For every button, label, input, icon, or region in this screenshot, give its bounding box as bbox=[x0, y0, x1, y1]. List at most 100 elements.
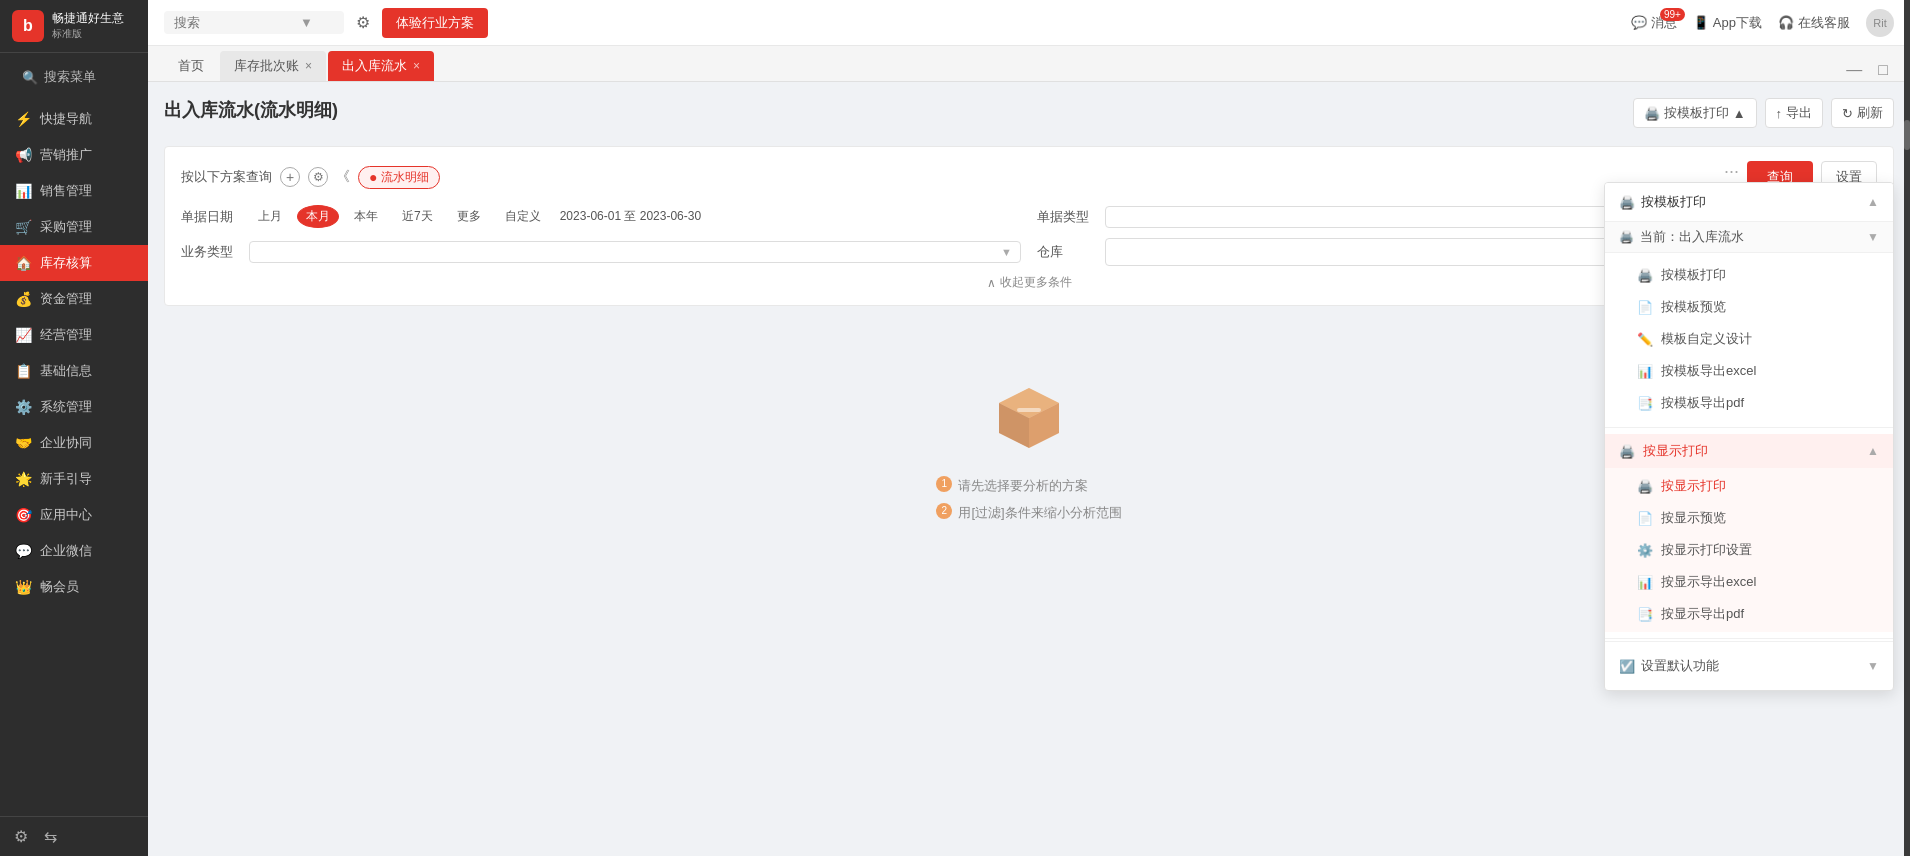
sidebar-item-sales-label: 销售管理 bbox=[40, 182, 92, 200]
message-item[interactable]: 💬 消息 99+ bbox=[1631, 14, 1677, 32]
export-button[interactable]: ↑ 导出 bbox=[1765, 98, 1824, 128]
sidebar-item-member[interactable]: 👑 畅会员 bbox=[0, 569, 148, 605]
tab-inventory-flow-close-icon[interactable]: × bbox=[413, 59, 420, 73]
template-preview-item[interactable]: 📄 按模板预览 bbox=[1605, 291, 1893, 323]
collapse-sidebar-icon[interactable]: ⇆ bbox=[44, 827, 57, 846]
template-export-pdf-label: 按模板导出pdf bbox=[1661, 394, 1744, 412]
refresh-button[interactable]: ↻ 刷新 bbox=[1831, 98, 1894, 128]
business-type-select[interactable]: ▼ bbox=[249, 241, 1021, 263]
sidebar-item-wechat[interactable]: 💬 企业微信 bbox=[0, 533, 148, 569]
display-print-settings-item[interactable]: ⚙️ 按显示打印设置 bbox=[1605, 534, 1893, 566]
display-preview-icon: 📄 bbox=[1637, 510, 1653, 526]
display-export-excel-icon: 📊 bbox=[1637, 574, 1653, 590]
display-print-settings-icon: ⚙️ bbox=[1637, 542, 1653, 558]
template-customize-icon: ✏️ bbox=[1637, 331, 1653, 347]
top-header: ▼ ⚙ 体验行业方案 💬 消息 99+ 📱 App下载 🎧 在线客服 bbox=[148, 0, 1910, 46]
date-custom-btn[interactable]: 自定义 bbox=[496, 205, 550, 228]
filter-tag[interactable]: ● 流水明细 bbox=[358, 166, 440, 189]
step-2-text: 用[过滤]条件来缩小分析范围 bbox=[958, 501, 1121, 524]
sidebar-item-marketing[interactable]: 📢 营销推广 bbox=[0, 137, 148, 173]
enterprise-icon: 🤝 bbox=[14, 434, 32, 452]
filter-tag-icon: ● bbox=[369, 169, 377, 185]
date-this-year-btn[interactable]: 本年 bbox=[345, 205, 387, 228]
export-icon: ↑ bbox=[1776, 106, 1783, 121]
user-profile-item[interactable]: Rit bbox=[1866, 9, 1894, 37]
trial-button[interactable]: 体验行业方案 bbox=[382, 8, 488, 38]
app-download-item[interactable]: 📱 App下载 bbox=[1693, 14, 1762, 32]
page-title: 出入库流水(流水明细) bbox=[164, 98, 338, 122]
current-dropdown-icon[interactable]: ▼ bbox=[1867, 230, 1879, 244]
tabs-left: 首页 库存批次账 × 出入库流水 × bbox=[164, 51, 434, 81]
header-gear-icon[interactable]: ⚙ bbox=[356, 13, 370, 32]
settings-footer-icon[interactable]: ⚙ bbox=[14, 827, 28, 846]
display-print-collapse-icon[interactable]: ▲ bbox=[1867, 444, 1879, 458]
sidebar-item-quick-nav[interactable]: ⚡ 快捷导航 bbox=[0, 101, 148, 137]
tab-home[interactable]: 首页 bbox=[164, 51, 218, 81]
display-export-pdf-item[interactable]: 📑 按显示导出pdf bbox=[1605, 598, 1893, 630]
template-print-icon: 🖨️ bbox=[1637, 267, 1653, 283]
sidebar-item-guide[interactable]: 🌟 新手引导 bbox=[0, 461, 148, 497]
tab-maximize-button[interactable]: □ bbox=[1872, 59, 1894, 81]
online-service-item[interactable]: 🎧 在线客服 bbox=[1778, 14, 1850, 32]
tab-inventory-flow-label: 出入库流水 bbox=[342, 57, 407, 75]
sidebar-item-basic-label: 基础信息 bbox=[40, 362, 92, 380]
filter-collapse-icon[interactable]: 《 bbox=[336, 168, 350, 186]
date-range-display: 2023-06-01 至 2023-06-30 bbox=[560, 208, 701, 225]
sidebar-item-member-label: 畅会员 bbox=[40, 578, 79, 596]
template-export-pdf-item[interactable]: 📑 按模板导出pdf bbox=[1605, 387, 1893, 419]
display-print-header[interactable]: 🖨️ 按显示打印 ▲ bbox=[1605, 434, 1893, 468]
filter-settings-button[interactable]: ⚙ bbox=[308, 167, 328, 187]
filter-add-button[interactable]: + bbox=[280, 167, 300, 187]
header-search-bar[interactable]: ▼ bbox=[164, 11, 344, 34]
app-center-icon: 🎯 bbox=[14, 506, 32, 524]
template-customize-label: 模板自定义设计 bbox=[1661, 330, 1752, 348]
template-export-excel-icon: 📊 bbox=[1637, 363, 1653, 379]
online-service-icon: 🎧 bbox=[1778, 15, 1794, 30]
sidebar-item-enterprise[interactable]: 🤝 企业协同 bbox=[0, 425, 148, 461]
tab-inventory-flow[interactable]: 出入库流水 × bbox=[328, 51, 434, 81]
template-print-item[interactable]: 🖨️ 按模板打印 bbox=[1605, 259, 1893, 291]
template-preview-icon: 📄 bbox=[1637, 299, 1653, 315]
date-more-btn[interactable]: 更多 bbox=[448, 205, 490, 228]
tab-inventory-batch[interactable]: 库存批次账 × bbox=[220, 51, 326, 81]
display-export-pdf-label: 按显示导出pdf bbox=[1661, 605, 1744, 623]
display-print-section-label: 按显示打印 bbox=[1643, 442, 1708, 460]
sidebar-item-finance[interactable]: 💰 资金管理 bbox=[0, 281, 148, 317]
sidebar-item-inventory[interactable]: 🏠 库存核算 bbox=[0, 245, 148, 281]
set-default-item[interactable]: ☑️ 设置默认功能 ▼ bbox=[1619, 650, 1879, 682]
search-menu-item[interactable]: 🔍 搜索菜单 bbox=[12, 61, 136, 93]
date-7days-btn[interactable]: 近7天 bbox=[393, 205, 442, 228]
header-left: ▼ ⚙ 体验行业方案 bbox=[164, 8, 1619, 38]
sidebar-item-sales[interactable]: 📊 销售管理 bbox=[0, 173, 148, 209]
dropdown-collapse-icon[interactable]: ▲ bbox=[1867, 195, 1879, 209]
tab-inventory-batch-close-icon[interactable]: × bbox=[305, 59, 312, 73]
set-default-arrow-icon[interactable]: ▼ bbox=[1867, 659, 1879, 673]
dropdown-divider-2 bbox=[1605, 638, 1893, 639]
print-template-button[interactable]: 🖨️ 按模板打印 ▲ bbox=[1633, 98, 1757, 128]
date-options: 上月 本月 本年 近7天 更多 自定义 2023-06-01 至 2023-06… bbox=[249, 205, 701, 228]
search-dropdown-arrow-icon[interactable]: ▼ bbox=[300, 15, 313, 30]
sidebar-item-operations[interactable]: 📈 经营管理 bbox=[0, 317, 148, 353]
search-menu-label: 搜索菜单 bbox=[44, 68, 96, 86]
display-print-item[interactable]: 🖨️ 按显示打印 bbox=[1605, 470, 1893, 502]
dropdown-divider-1 bbox=[1605, 427, 1893, 428]
sidebar-search[interactable]: 🔍 搜索菜单 bbox=[0, 53, 148, 101]
tab-minimize-button[interactable]: — bbox=[1840, 59, 1868, 81]
sidebar-item-app-center[interactable]: 🎯 应用中心 bbox=[0, 497, 148, 533]
collapse-button[interactable]: ∧ 收起更多条件 bbox=[987, 274, 1072, 291]
template-export-excel-item[interactable]: 📊 按模板导出excel bbox=[1605, 355, 1893, 387]
sidebar-item-system[interactable]: ⚙️ 系统管理 bbox=[0, 389, 148, 425]
display-preview-label: 按显示预览 bbox=[1661, 509, 1726, 527]
sidebar-item-purchase[interactable]: 🛒 采购管理 bbox=[0, 209, 148, 245]
header-search-input[interactable] bbox=[174, 15, 294, 30]
sidebar-item-basic[interactable]: 📋 基础信息 bbox=[0, 353, 148, 389]
display-preview-item[interactable]: 📄 按显示预览 bbox=[1605, 502, 1893, 534]
section-display-print: 🖨️ 按显示打印 ▲ 🖨️ 按显示打印 📄 按显示预览 bbox=[1605, 430, 1893, 636]
sidebar: b 畅捷通好生意 标准版 🔍 搜索菜单 ⚡ 快捷导航 📢 营销推广 bbox=[0, 0, 148, 856]
empty-steps: 1 请先选择要分析的方案 2 用[过滤]条件来缩小分析范围 bbox=[936, 474, 1121, 529]
display-export-excel-item[interactable]: 📊 按显示导出excel bbox=[1605, 566, 1893, 598]
dropdown-title: 🖨️ 按模板打印 bbox=[1619, 193, 1706, 211]
template-customize-item[interactable]: ✏️ 模板自定义设计 bbox=[1605, 323, 1893, 355]
date-last-month-btn[interactable]: 上月 bbox=[249, 205, 291, 228]
date-this-month-btn[interactable]: 本月 bbox=[297, 205, 339, 228]
